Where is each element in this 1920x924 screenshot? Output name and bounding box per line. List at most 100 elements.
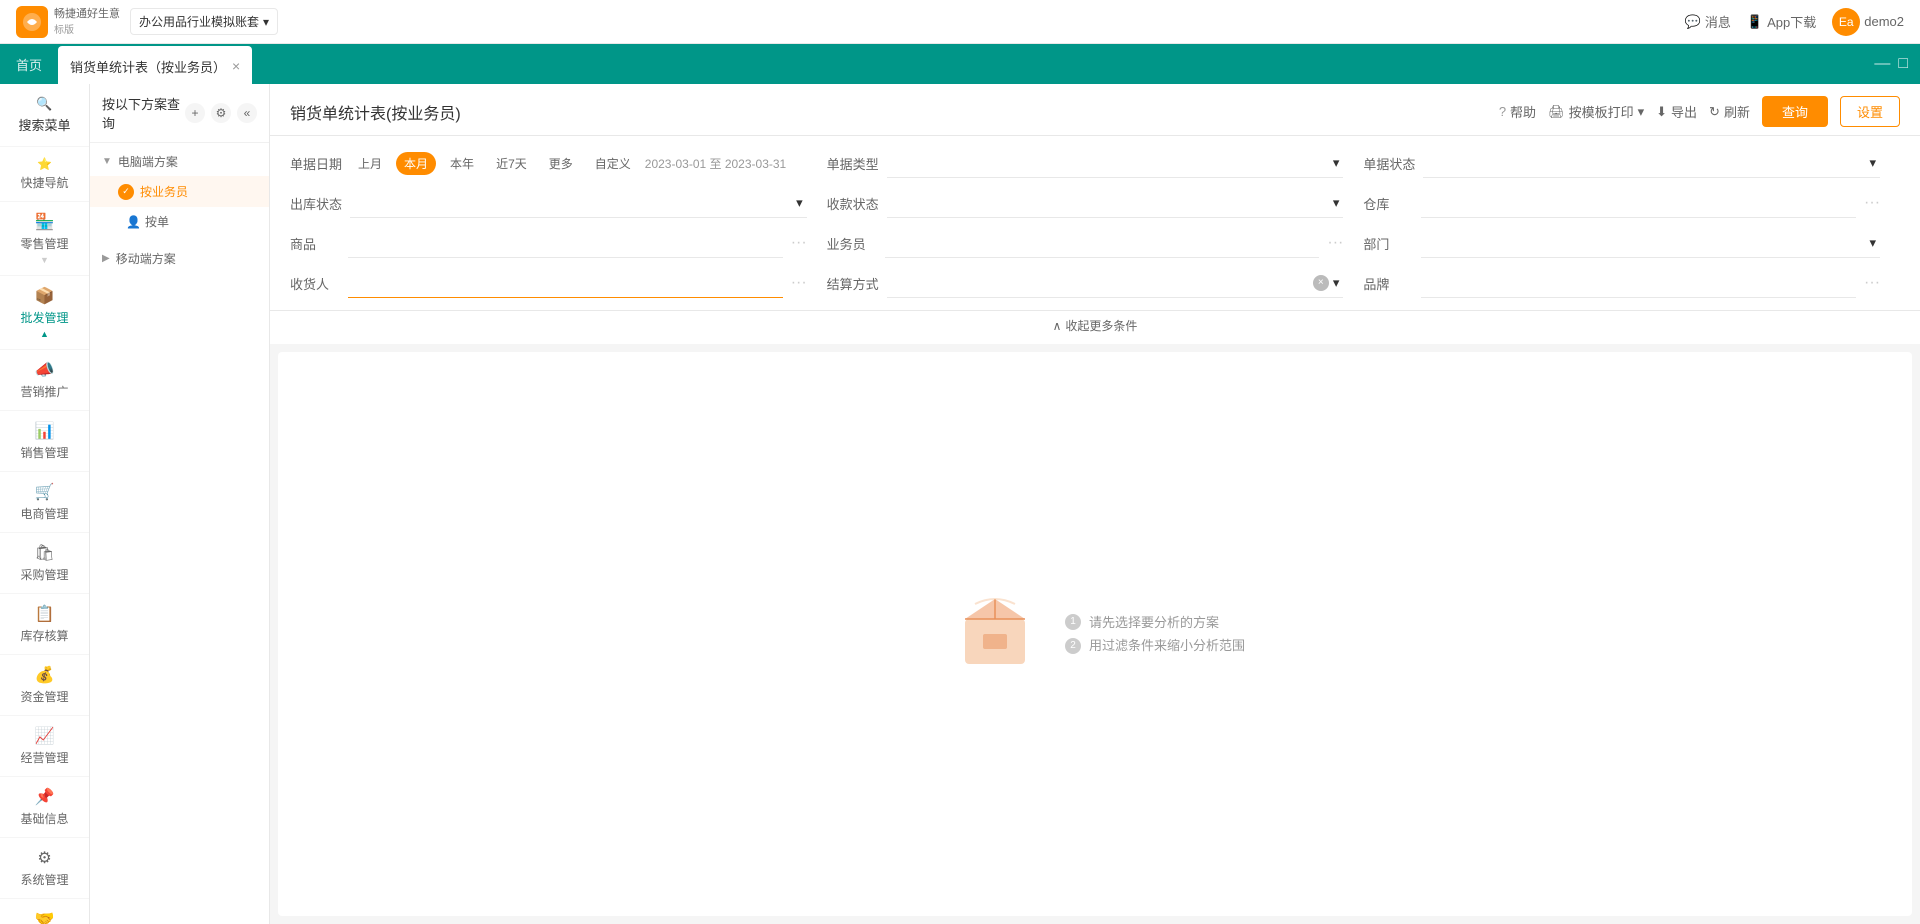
filter-header-actions: ? 帮助 🖨 按模板打印 ▾ ⬇ 导出 ↻ 刷新 <box>1499 96 1900 127</box>
sidebar-quick-nav[interactable]: ⭐ 快捷导航 <box>0 147 89 202</box>
warehouse-input[interactable] <box>1421 188 1856 218</box>
brand-input[interactable] <box>1421 268 1856 298</box>
tab-home[interactable]: 首页 <box>0 44 58 84</box>
doc-status-select[interactable]: ▾ <box>1423 148 1880 178</box>
sidebar-item-basic[interactable]: 📌 基础信息 <box>0 777 89 838</box>
date-tab-this-month[interactable]: 本月 <box>396 152 436 175</box>
tab-active[interactable]: 销货单统计表（按业务员） × <box>58 46 252 86</box>
schema-settings-button[interactable]: ⚙ <box>211 103 231 123</box>
filter-row-3: 商品 ··· 业务员 ··· 部门 ▾ <box>290 228 1900 258</box>
filter-cell-receiver: 收货人 ··· <box>290 268 827 298</box>
search-menu-label: 搜索菜单 <box>18 115 70 134</box>
sidebar-item-inventory[interactable]: 📋 库存核算 <box>0 594 89 655</box>
tab-minimize-icon[interactable]: — <box>1874 55 1890 73</box>
collapse-left-icon: « <box>244 106 251 120</box>
sidebar-item-wholesale[interactable]: 📦 批发管理 ▲ <box>0 276 89 350</box>
tab-maximize-icon[interactable]: □ <box>1898 55 1908 73</box>
doc-status-label: 单据状态 <box>1363 154 1415 173</box>
filter-cell-outbound-status: 出库状态 ▾ <box>290 188 827 218</box>
desktop-arrow-icon: ▼ <box>102 156 112 167</box>
tab-bar: 首页 销货单统计表（按业务员） × — □ <box>0 44 1920 84</box>
warehouse-dots-icon[interactable]: ··· <box>1864 194 1880 212</box>
sidebar-item-system[interactable]: ⚙ 系统管理 <box>0 838 89 899</box>
user-menu[interactable]: Ea demo2 <box>1832 8 1904 36</box>
settings-button[interactable]: 设置 <box>1840 96 1900 127</box>
schema-panel-actions: + ⚙ « <box>185 103 257 123</box>
salesperson-active-icon: ✓ <box>118 184 134 200</box>
page-title: 销货单统计表(按业务员) <box>290 100 461 124</box>
product-dots-icon[interactable]: ··· <box>791 234 807 252</box>
help-button[interactable]: ? 帮助 <box>1499 102 1536 121</box>
app-download-button[interactable]: 📱 App下载 <box>1747 12 1816 31</box>
message-icon: 💬 <box>1685 14 1701 30</box>
template-print-button[interactable]: 🖨 按模板打印 ▾ <box>1548 102 1644 121</box>
query-button[interactable]: 查询 <box>1762 96 1828 127</box>
sidebar-search-menu[interactable]: 🔍 搜索菜单 <box>0 84 89 147</box>
date-tab-last-month[interactable]: 上月 <box>350 152 390 175</box>
sidebar-item-purchase[interactable]: 🛍 采购管理 <box>0 533 89 594</box>
doc-status-arrow-icon: ▾ <box>1869 155 1876 171</box>
doc-type-select[interactable]: ▾ <box>887 148 1344 178</box>
tab-close-icon[interactable]: × <box>232 58 240 74</box>
outbound-arrow-icon: ▾ <box>796 195 803 211</box>
header-left: 畅捷通好生意 标版 办公用品行业模拟账套 ▾ <box>16 6 278 38</box>
quick-nav-label: 快捷导航 <box>20 174 68 191</box>
sidebar-item-marketing[interactable]: 📣 营销推广 <box>0 350 89 411</box>
schema-collapse-button[interactable]: « <box>237 103 257 123</box>
schema-mobile-section-title[interactable]: ▶ 移动端方案 <box>90 244 269 273</box>
user-name: demo2 <box>1864 14 1904 29</box>
search-icon: 🔍 <box>36 96 52 112</box>
content-area: 按以下方案查询 + ⚙ « ▼ 电脑端方案 <box>90 84 1920 924</box>
enterprise-icon: 🤝 <box>35 909 55 924</box>
refresh-icon: ↻ <box>1709 104 1720 120</box>
salesperson-input[interactable] <box>885 228 1320 258</box>
tab-actions: — □ <box>1862 55 1920 73</box>
receiver-dots-icon[interactable]: ··· <box>791 274 807 292</box>
refresh-label: 刷新 <box>1724 102 1750 121</box>
product-input[interactable] <box>348 228 783 258</box>
receiver-input[interactable] <box>348 268 783 298</box>
sidebar-item-ecommerce[interactable]: 🛒 电商管理 <box>0 472 89 533</box>
date-tab-this-year[interactable]: 本年 <box>442 152 482 175</box>
mobile-arrow-icon: ▶ <box>102 253 110 264</box>
filter-form: 单据日期 上月 本月 本年 近7天 更多 自定义 2023-03-01 至 20… <box>270 136 1920 311</box>
schema-item-by-salesperson[interactable]: ✓ 按业务员 <box>90 176 269 207</box>
message-button[interactable]: 💬 消息 <box>1685 12 1731 31</box>
export-button[interactable]: ⬇ 导出 <box>1656 102 1697 121</box>
ecommerce-label: 电商管理 <box>20 505 68 522</box>
schema-subitem-by-order[interactable]: 👤 按单 <box>90 207 269 236</box>
salesperson-label: 业务员 <box>827 234 877 253</box>
schema-add-button[interactable]: + <box>185 103 205 123</box>
operations-label: 经营管理 <box>20 749 68 766</box>
date-tab-more[interactable]: 更多 <box>541 152 581 175</box>
filter-header: 销货单统计表(按业务员) ? 帮助 🖨 按模板打印 ▾ ⬇ 导出 <box>270 84 1920 136</box>
sidebar-item-finance[interactable]: 💰 资金管理 <box>0 655 89 716</box>
avatar-text: Ea <box>1839 15 1854 29</box>
sidebar-item-sales[interactable]: 📊 销售管理 <box>0 411 89 472</box>
schema-desktop-section: ▼ 电脑端方案 ✓ 按业务员 👤 按单 <box>90 143 269 240</box>
date-tab-7days[interactable]: 近7天 <box>488 152 535 175</box>
empty-text: 1 请先选择要分析的方案 2 用过滤条件来缩小分析范围 <box>1065 611 1245 658</box>
schema-desktop-section-title[interactable]: ▼ 电脑端方案 <box>90 147 269 176</box>
department-select[interactable]: ▾ <box>1421 228 1880 258</box>
payment-method-select[interactable]: × ▾ <box>887 268 1344 298</box>
brand-dots-icon[interactable]: ··· <box>1864 274 1880 292</box>
account-dropdown[interactable]: 办公用品行业模拟账套 ▾ <box>130 8 278 35</box>
payment-method-clear-icon[interactable]: × <box>1313 275 1329 291</box>
message-label: 消息 <box>1705 12 1731 31</box>
outbound-select[interactable]: ▾ <box>350 188 807 218</box>
finance-icon: 💰 <box>35 665 55 685</box>
payment-select[interactable]: ▾ <box>887 188 1344 218</box>
date-tab-custom[interactable]: 自定义 <box>587 152 639 175</box>
logo-text-area: 畅捷通好生意 标版 <box>54 7 120 36</box>
sidebar-item-enterprise[interactable]: 🤝 企业协同 <box>0 899 89 924</box>
person-icon: 👤 <box>126 215 141 229</box>
operations-icon: 📈 <box>35 726 55 746</box>
collapse-button[interactable]: ∧ 收起更多条件 <box>270 311 1920 344</box>
payment-arrow-icon: ▾ <box>1333 195 1340 211</box>
refresh-button[interactable]: ↻ 刷新 <box>1709 102 1750 121</box>
plus-icon: + <box>191 106 198 120</box>
sidebar-item-retail[interactable]: 🏪 零售管理 ▼ <box>0 202 89 276</box>
sidebar-item-operations[interactable]: 📈 经营管理 <box>0 716 89 777</box>
salesperson-dots-icon[interactable]: ··· <box>1327 234 1343 252</box>
